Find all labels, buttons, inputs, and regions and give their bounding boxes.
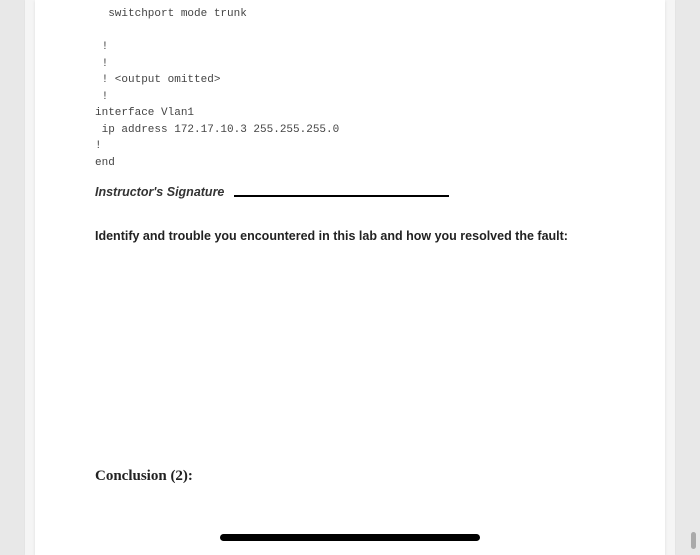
- signature-line: [234, 195, 449, 197]
- config-code-block: switchport mode trunk ! ! ! <output omit…: [95, 0, 605, 171]
- troubleshoot-heading: Identify and trouble you encountered in …: [95, 229, 605, 243]
- document-page: switchport mode trunk ! ! ! <output omit…: [35, 0, 665, 555]
- signature-row: Instructor's Signature: [95, 185, 605, 199]
- scrollbar-thumb[interactable]: [691, 532, 696, 549]
- scrollbar-track[interactable]: [690, 0, 698, 555]
- document-background: switchport mode trunk ! ! ! <output omit…: [25, 0, 675, 555]
- page-footer-bar: [220, 534, 480, 541]
- conclusion-heading: Conclusion (2):: [95, 468, 605, 485]
- signature-label: Instructor's Signature: [95, 185, 224, 199]
